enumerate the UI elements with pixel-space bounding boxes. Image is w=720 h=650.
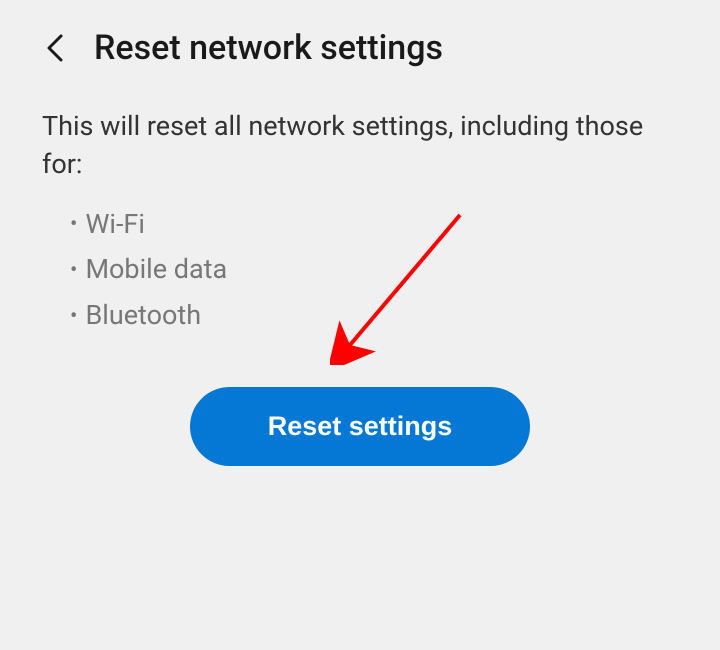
list-item-label: Wi-Fi: [85, 202, 144, 248]
bullet-icon: •: [70, 206, 77, 243]
list-item: • Wi-Fi: [70, 202, 678, 248]
list-item: • Mobile data: [70, 247, 678, 293]
bullet-icon: •: [70, 252, 77, 289]
back-icon[interactable]: [40, 33, 70, 63]
bullet-icon: •: [70, 298, 77, 335]
settings-list: • Wi-Fi • Mobile data • Bluetooth: [42, 202, 678, 340]
list-item: • Bluetooth: [70, 293, 678, 339]
button-container: Reset settings: [42, 387, 678, 466]
reset-settings-button[interactable]: Reset settings: [190, 387, 531, 466]
list-item-label: Mobile data: [85, 247, 227, 293]
description-text: This will reset all network settings, in…: [42, 108, 678, 184]
content: This will reset all network settings, in…: [0, 88, 720, 466]
chevron-left-icon: [46, 34, 64, 62]
page-title: Reset network settings: [94, 28, 443, 68]
header: Reset network settings: [0, 0, 720, 88]
list-item-label: Bluetooth: [85, 293, 201, 339]
